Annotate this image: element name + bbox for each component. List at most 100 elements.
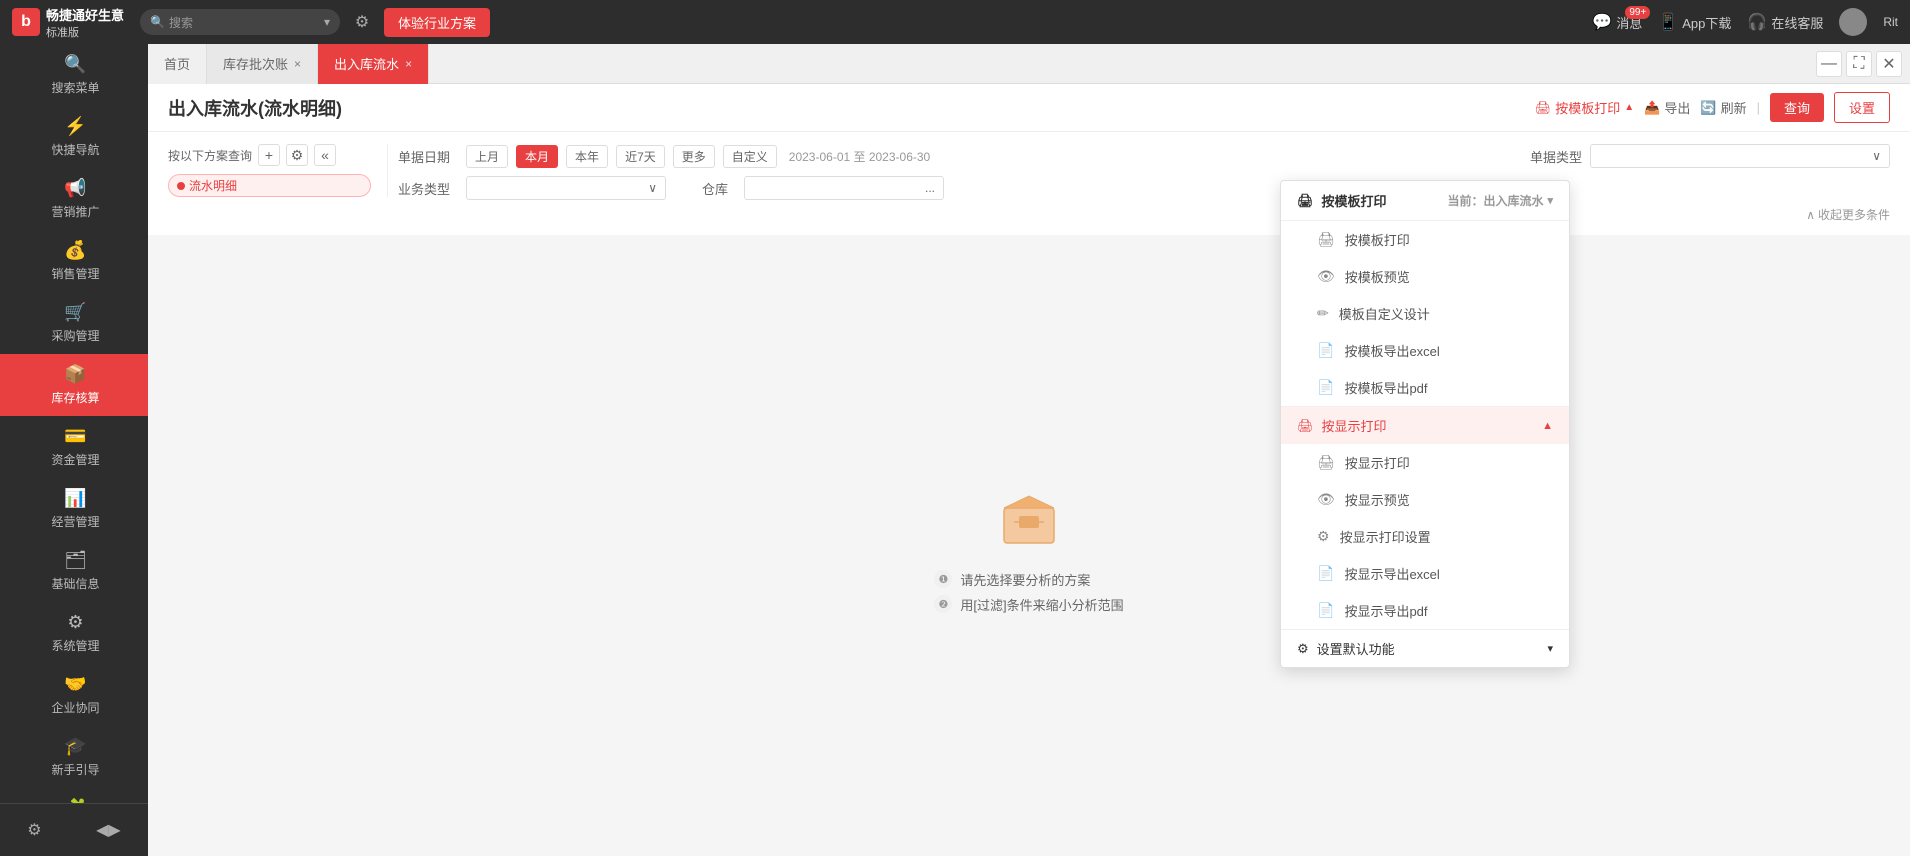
display-print-item[interactable]: 🖨 按显示打印 xyxy=(1281,444,1569,481)
sales-icon: 💰 xyxy=(64,240,86,261)
topbar-settings-icon[interactable]: ⚙ xyxy=(348,8,376,36)
sidebar-item-purchase[interactable]: 🛒 采购管理 xyxy=(0,292,148,354)
date-btn-last-month[interactable]: 上月 xyxy=(466,145,508,168)
tab-close-button[interactable]: ✕ xyxy=(1876,51,1902,77)
main-layout: 🔍 搜索菜单 ⚡ 快捷导航 📢 营销推广 💰 销售管理 🛒 采购管理 📦 xyxy=(0,44,1910,856)
app-download-button[interactable]: 📱 App下载 xyxy=(1658,12,1731,32)
corp-icon: 🤝 xyxy=(64,674,86,695)
display-print-item-icon: 🖨 xyxy=(1317,454,1335,471)
sidebar-item-base[interactable]: 🗂 基础信息 xyxy=(0,540,148,602)
filter-settings-button[interactable]: ⚙ xyxy=(286,144,308,166)
date-label: 单据日期 xyxy=(398,147,450,166)
date-btn-this-year[interactable]: 本年 xyxy=(566,145,608,168)
warehouse-select[interactable]: ... xyxy=(744,176,944,200)
operation-icon: 📊 xyxy=(64,488,86,509)
collapse-button[interactable]: ∧ 收起更多条件 xyxy=(1806,206,1890,223)
sidebar-item-sales[interactable]: 💰 销售管理 xyxy=(0,230,148,292)
template-print-header-icon: 🖨 xyxy=(1297,193,1314,209)
tab-minimize-button[interactable]: — xyxy=(1816,51,1842,77)
empty-step-2: ❷ 用[过滤]条件来缩小分析范围 xyxy=(934,595,1123,614)
sidebar-item-system[interactable]: ⚙ 系统管理 xyxy=(0,602,148,664)
sidebar-item-guide[interactable]: 🎓 新手引导 xyxy=(0,726,148,788)
display-preview-item[interactable]: 👁 按显示预览 xyxy=(1281,481,1569,518)
date-btn-more[interactable]: 更多 xyxy=(673,145,715,168)
trial-button[interactable]: 体验行业方案 xyxy=(384,8,490,37)
template-print-item-icon: 🖨 xyxy=(1317,231,1335,248)
tab-batch-account-close[interactable]: × xyxy=(294,57,301,71)
sidebar-item-operation[interactable]: 📊 经营管理 xyxy=(0,478,148,540)
template-excel-item[interactable]: 📄 按模板导出excel xyxy=(1281,332,1569,369)
sidebar-item-finance[interactable]: 💳 资金管理 xyxy=(0,416,148,478)
empty-step-1: ❶ 请先选择要分析的方案 xyxy=(934,570,1123,589)
filter-row-1: 单据日期 上月 本月 本年 近7天 更多 自定义 2023-06-01 至 20… xyxy=(398,144,1890,168)
sidebar-settings-icon[interactable]: ⚙ xyxy=(23,816,45,844)
customer-service-button[interactable]: 🎧 在线客服 xyxy=(1747,12,1823,32)
filter-tag-item[interactable]: 流水明细 xyxy=(168,174,371,197)
tab-batch-account[interactable]: 库存批次账 × xyxy=(207,44,318,84)
template-excel-item-icon: 📄 xyxy=(1317,342,1334,359)
tab-home[interactable]: 首页 xyxy=(148,44,207,84)
collapse-row: ∧ 收起更多条件 xyxy=(168,206,1890,223)
template-custom-item[interactable]: ✏ 模板自定义设计 xyxy=(1281,295,1569,332)
sidebar-item-corp[interactable]: 🤝 企业协同 xyxy=(0,664,148,726)
filter-scheme-header: 按以下方案查询 + ⚙ « xyxy=(168,144,371,166)
sidebar: 🔍 搜索菜单 ⚡ 快捷导航 📢 营销推广 💰 销售管理 🛒 采购管理 📦 xyxy=(0,44,148,856)
settings-button[interactable]: 设置 xyxy=(1834,92,1890,123)
inventory-icon: 📦 xyxy=(64,364,86,385)
display-excel-item-icon: 📄 xyxy=(1317,565,1334,582)
date-range-display: 2023-06-01 至 2023-06-30 xyxy=(789,148,930,165)
page-toolbar: 出入库流水(流水明细) 🖨 按模板打印 ▲ 📤 导出 🔄 刷新 xyxy=(148,84,1910,132)
tab-maximize-button[interactable]: ⛶ xyxy=(1846,51,1872,77)
collapse-up-icon: ∧ xyxy=(1806,208,1815,222)
sidebar-collapse-icon[interactable]: ◀▶ xyxy=(92,816,125,844)
logo-icon: b xyxy=(12,8,40,36)
display-print-settings-item-icon: ⚙ xyxy=(1317,528,1330,545)
display-print-settings-item[interactable]: ⚙ 按显示打印设置 xyxy=(1281,518,1569,555)
display-print-section-header[interactable]: 🖨 按显示打印 ▲ xyxy=(1281,406,1569,444)
page-main: 出入库流水(流水明细) 🖨 按模板打印 ▲ 📤 导出 🔄 刷新 xyxy=(148,84,1910,856)
sidebar-item-inventory[interactable]: 📦 库存核算 xyxy=(0,354,148,416)
print-template-button[interactable]: 🖨 按模板打印 ▲ xyxy=(1535,98,1634,117)
query-button[interactable]: 查询 xyxy=(1770,93,1824,122)
sidebar-item-quick-nav[interactable]: ⚡ 快捷导航 xyxy=(0,106,148,168)
finance-icon: 💳 xyxy=(64,426,86,447)
tab-flow[interactable]: 出入库流水 × xyxy=(318,44,429,84)
search-menu-icon: 🔍 xyxy=(64,54,86,75)
template-print-section-header[interactable]: 🖨 按模板打印 当前：出入库流水 ▾ xyxy=(1281,181,1569,221)
sidebar-item-search[interactable]: 🔍 搜索菜单 xyxy=(0,44,148,106)
system-icon: ⚙ xyxy=(67,612,83,633)
display-pdf-item[interactable]: 📄 按显示导出pdf xyxy=(1281,592,1569,629)
filter-scheme: 按以下方案查询 + ⚙ « 流水明细 xyxy=(168,144,388,197)
user-avatar[interactable] xyxy=(1839,8,1867,36)
topbar-right: 💬 消息 99+ 📱 App下载 🎧 在线客服 Rit xyxy=(1592,8,1898,36)
display-excel-item[interactable]: 📄 按显示导出excel xyxy=(1281,555,1569,592)
message-button[interactable]: 💬 消息 99+ xyxy=(1592,12,1642,32)
date-btn-7days[interactable]: 近7天 xyxy=(616,145,665,168)
search-bar[interactable]: 🔍 搜索 ▾ xyxy=(140,9,340,35)
purchase-icon: 🛒 xyxy=(64,302,86,323)
topbar: b 畅捷通好生意 标准版 🔍 搜索 ▾ ⚙ 体验行业方案 💬 消息 99+ 📱 … xyxy=(0,0,1910,44)
date-btn-this-month[interactable]: 本月 xyxy=(516,145,558,168)
doc-type-filter: 单据类型 ∨ xyxy=(1530,144,1890,168)
template-print-item[interactable]: 🖨 按模板打印 xyxy=(1281,221,1569,258)
template-pdf-item[interactable]: 📄 按模板导出pdf xyxy=(1281,369,1569,406)
date-options-group: 上月 本月 本年 近7天 更多 自定义 2023-06-01 至 2023-06… xyxy=(466,145,930,168)
sidebar-item-app-center[interactable]: 🧩 应用中心 xyxy=(0,788,148,803)
sidebar-item-marketing[interactable]: 📢 营销推广 xyxy=(0,168,148,230)
page-title: 出入库流水(流水明细) xyxy=(168,95,342,121)
export-button[interactable]: 📤 导出 xyxy=(1644,98,1690,117)
empty-state-icon xyxy=(989,478,1069,558)
refresh-button[interactable]: 🔄 刷新 xyxy=(1700,98,1746,117)
business-type-select[interactable]: ∨ xyxy=(466,176,666,200)
template-preview-item[interactable]: 👁 按模板预览 xyxy=(1281,258,1569,295)
app-logo: b 畅捷通好生意 标准版 xyxy=(12,5,132,40)
doc-type-select[interactable]: ∨ xyxy=(1590,144,1890,168)
tab-flow-close[interactable]: × xyxy=(405,57,412,71)
default-section-header[interactable]: ⚙ 设置默认功能 ▾ xyxy=(1281,629,1569,667)
marketing-icon: 📢 xyxy=(64,178,86,199)
filter-collapse-button[interactable]: « xyxy=(314,144,336,166)
date-btn-custom[interactable]: 自定义 xyxy=(723,145,777,168)
filter-add-button[interactable]: + xyxy=(258,144,280,166)
toolbar-right: 🖨 按模板打印 ▲ 📤 导出 🔄 刷新 | 查询 设置 xyxy=(1535,92,1890,123)
default-section-icon: ⚙ xyxy=(1297,641,1309,657)
